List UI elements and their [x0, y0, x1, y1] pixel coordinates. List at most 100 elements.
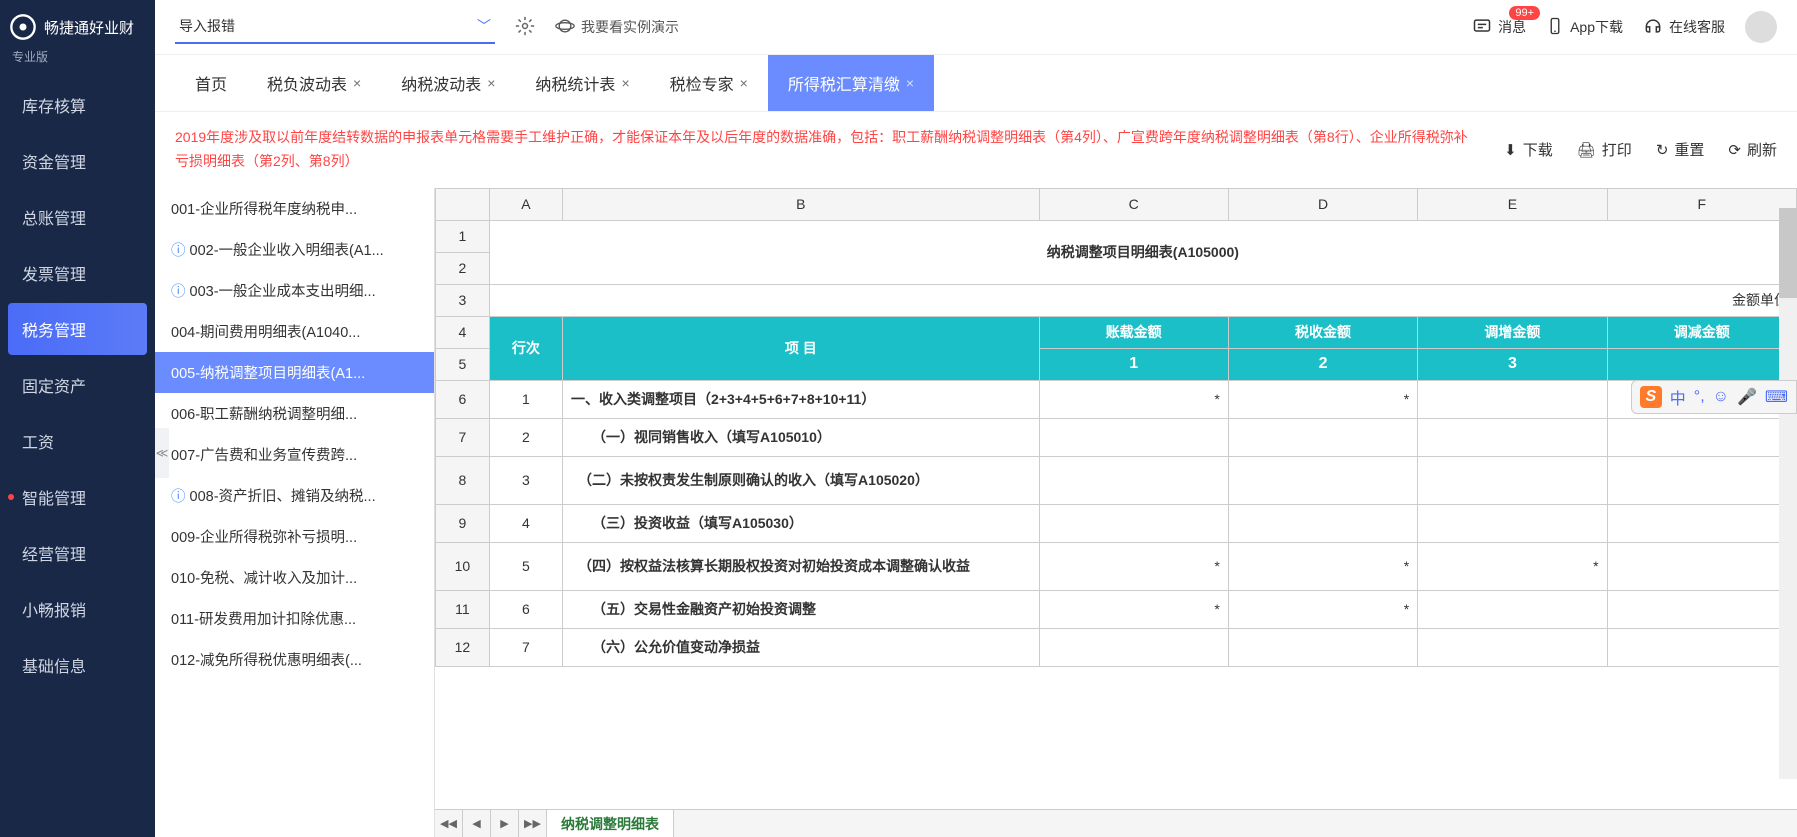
- demo-link[interactable]: 我要看实例演示: [555, 16, 679, 39]
- item-cell[interactable]: （二）未按权责发生制原则确认的收入（填写A105020）: [563, 456, 1039, 504]
- tab-tax-stats[interactable]: 纳税统计表×: [515, 55, 649, 111]
- hdr-seq[interactable]: 行次: [489, 316, 562, 380]
- refresh-button[interactable]: ⟳刷新: [1728, 139, 1777, 160]
- item-cell[interactable]: （三）投资收益（填写A105030）: [563, 504, 1039, 542]
- value-cell[interactable]: [1607, 456, 1796, 504]
- tab-income-tax-settlement[interactable]: 所得税汇算清缴×: [768, 55, 934, 111]
- form-item-008[interactable]: ⓘ008-资产折旧、摊销及纳税...: [155, 475, 434, 516]
- value-cell[interactable]: [1039, 504, 1228, 542]
- form-item-003[interactable]: ⓘ003-一般企业成本支出明细...: [155, 270, 434, 311]
- row-header[interactable]: 12: [436, 628, 490, 666]
- row-header[interactable]: 3: [436, 284, 490, 316]
- value-cell[interactable]: [1418, 418, 1607, 456]
- close-icon[interactable]: ×: [621, 75, 629, 91]
- col-header-F[interactable]: F: [1607, 188, 1796, 220]
- form-item-009[interactable]: 009-企业所得税弥补亏损明...: [155, 516, 434, 557]
- row-header[interactable]: 6: [436, 380, 490, 418]
- value-cell[interactable]: *: [1418, 542, 1607, 590]
- user-avatar[interactable]: [1745, 11, 1777, 43]
- row-header[interactable]: 8: [436, 456, 490, 504]
- col-header-D[interactable]: D: [1228, 188, 1417, 220]
- sheet-nav-last[interactable]: ▶▶: [519, 810, 547, 837]
- app-download-button[interactable]: App下载: [1546, 17, 1623, 38]
- nav-smart[interactable]: 智能管理: [0, 469, 155, 525]
- scrollbar-thumb[interactable]: [1779, 208, 1797, 298]
- messages-button[interactable]: 消息 99+: [1472, 16, 1526, 39]
- reset-button[interactable]: ↻重置: [1656, 139, 1705, 160]
- form-item-007[interactable]: 007-广告费和业务宣传费跨...: [155, 434, 434, 475]
- hdr-c3[interactable]: 调增金额: [1418, 316, 1607, 348]
- row-header[interactable]: 1: [436, 220, 490, 252]
- close-icon[interactable]: ×: [353, 75, 361, 91]
- row-header[interactable]: 2: [436, 252, 490, 284]
- value-cell[interactable]: [1607, 590, 1796, 628]
- col-header-E[interactable]: E: [1418, 188, 1607, 220]
- settings-gear-icon[interactable]: [515, 16, 535, 39]
- item-cell[interactable]: （五）交易性金融资产初始投资调整: [563, 590, 1039, 628]
- value-cell[interactable]: *: [1039, 542, 1228, 590]
- value-cell[interactable]: [1418, 628, 1607, 666]
- ime-mode[interactable]: 中: [1670, 385, 1686, 409]
- form-item-012[interactable]: 012-减免所得税优惠明细表(...: [155, 639, 434, 680]
- value-cell[interactable]: [1228, 456, 1417, 504]
- row-header[interactable]: 9: [436, 504, 490, 542]
- value-cell[interactable]: [1607, 542, 1796, 590]
- value-cell[interactable]: *: [1228, 380, 1417, 418]
- nav-ledger[interactable]: 总账管理: [0, 189, 155, 245]
- nav-operation[interactable]: 经营管理: [0, 525, 155, 581]
- nav-expense[interactable]: 小畅报销: [0, 581, 155, 637]
- download-button[interactable]: ⬇下载: [1504, 139, 1553, 160]
- value-cell[interactable]: [1418, 590, 1607, 628]
- collapse-handle[interactable]: ≪: [155, 428, 169, 478]
- col-header-C[interactable]: C: [1039, 188, 1228, 220]
- value-cell[interactable]: *: [1039, 590, 1228, 628]
- sheet-title[interactable]: 纳税调整项目明细表(A105000): [489, 220, 1796, 284]
- nav-assets[interactable]: 固定资产: [0, 357, 155, 413]
- close-icon[interactable]: ×: [740, 75, 748, 91]
- item-cell[interactable]: （四）按权益法核算长期股权投资对初始投资成本调整确认收益: [563, 542, 1039, 590]
- value-cell[interactable]: [1418, 456, 1607, 504]
- seq-cell[interactable]: 2: [489, 418, 562, 456]
- nav-funds[interactable]: 资金管理: [0, 133, 155, 189]
- ime-mic-icon[interactable]: 🎤: [1737, 387, 1757, 407]
- close-icon[interactable]: ×: [487, 75, 495, 91]
- tab-tax-fluctuation[interactable]: 纳税波动表×: [381, 55, 515, 111]
- nav-payroll[interactable]: 工资: [0, 413, 155, 469]
- item-cell[interactable]: （六）公允价值变动净损益: [563, 628, 1039, 666]
- value-cell[interactable]: [1607, 418, 1796, 456]
- seq-cell[interactable]: 5: [489, 542, 562, 590]
- sheet-corner[interactable]: [436, 188, 490, 220]
- hdr-c4[interactable]: 调减金额: [1607, 316, 1796, 348]
- hdr-c3n[interactable]: 3: [1418, 348, 1607, 380]
- nav-inventory[interactable]: 库存核算: [0, 77, 155, 133]
- hdr-c2[interactable]: 税收金额: [1228, 316, 1417, 348]
- col-header-A[interactable]: A: [489, 188, 562, 220]
- ime-toolbar[interactable]: S 中 °, ☺ 🎤 ⌨: [1631, 380, 1797, 414]
- close-icon[interactable]: ×: [906, 75, 914, 91]
- value-cell[interactable]: [1228, 504, 1417, 542]
- sheet-nav-first[interactable]: ◀◀: [435, 810, 463, 837]
- row-header[interactable]: 10: [436, 542, 490, 590]
- tab-tax-burden[interactable]: 税负波动表×: [247, 55, 381, 111]
- seq-cell[interactable]: 7: [489, 628, 562, 666]
- value-cell[interactable]: [1039, 628, 1228, 666]
- hdr-item[interactable]: 项 目: [563, 316, 1039, 380]
- vertical-scrollbar[interactable]: [1779, 208, 1797, 779]
- tab-tax-expert[interactable]: 税检专家×: [650, 55, 768, 111]
- form-item-006[interactable]: 006-职工薪酬纳税调整明细...: [155, 393, 434, 434]
- value-cell[interactable]: [1607, 628, 1796, 666]
- ime-emoji-icon[interactable]: ☺: [1713, 388, 1729, 406]
- hdr-c1[interactable]: 账载金额: [1039, 316, 1228, 348]
- nav-basic[interactable]: 基础信息: [0, 637, 155, 693]
- value-cell[interactable]: [1039, 418, 1228, 456]
- nav-tax[interactable]: 税务管理: [8, 303, 147, 355]
- unit-label[interactable]: 金额单位: [489, 284, 1796, 316]
- value-cell[interactable]: [1418, 504, 1607, 542]
- value-cell[interactable]: [1039, 456, 1228, 504]
- col-header-B[interactable]: B: [563, 188, 1039, 220]
- hdr-c1n[interactable]: 1: [1039, 348, 1228, 380]
- seq-cell[interactable]: 4: [489, 504, 562, 542]
- row-header[interactable]: 4: [436, 316, 490, 348]
- value-cell[interactable]: [1418, 380, 1607, 418]
- seq-cell[interactable]: 3: [489, 456, 562, 504]
